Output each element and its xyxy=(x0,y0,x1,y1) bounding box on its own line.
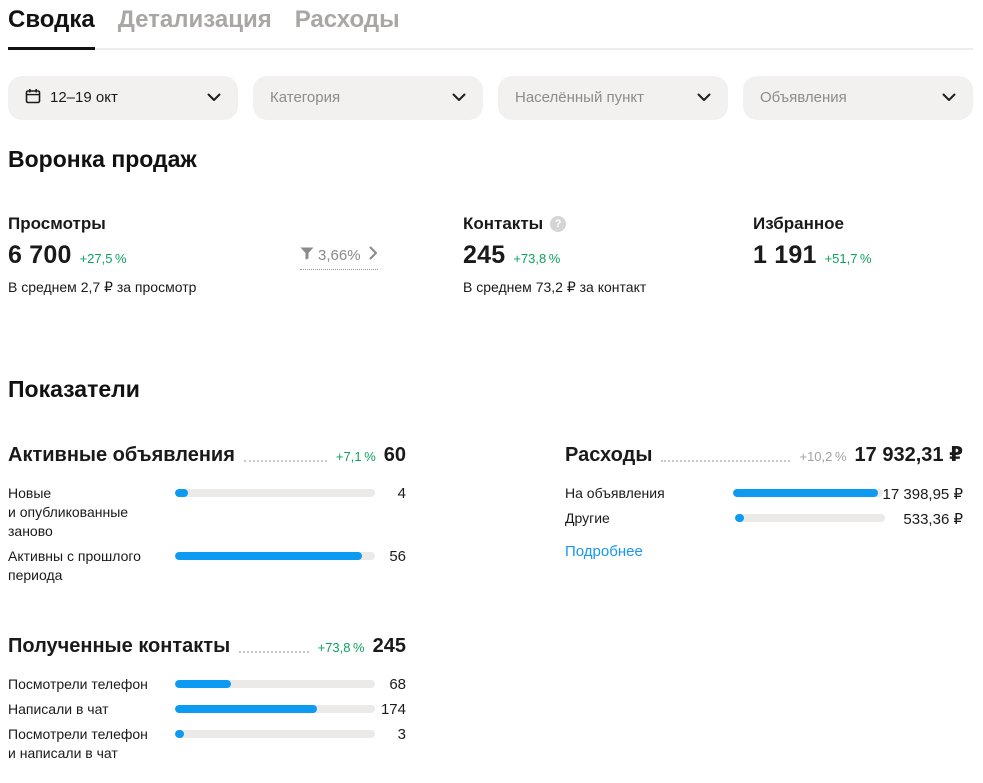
category-label: Категория xyxy=(270,89,340,106)
contacts-metric: Контакты ? 245 +73,8 % В среднем 73,2 ₽ … xyxy=(463,214,753,296)
tab-expenses[interactable]: Расходы xyxy=(295,6,400,48)
metric-value: 3 xyxy=(375,726,406,743)
bar-track xyxy=(175,730,375,738)
metric-row: На объявления 17 398,95 ₽ xyxy=(565,484,963,503)
metric-row: Другие 533,36 ₽ xyxy=(565,509,963,528)
section-delta: +7,1 % xyxy=(336,449,376,464)
metric-value: 17 398,95 ₽ xyxy=(883,485,963,503)
metric-value: 68 xyxy=(375,676,406,693)
conversion-column: 3,66% xyxy=(300,214,463,270)
indicators-left-column: Активные объявления +7,1 % 60 Новые и оп… xyxy=(8,444,406,763)
section-title: Расходы xyxy=(565,444,652,467)
views-metric: Просмотры 6 700 +27,5 % В среднем 2,7 ₽ … xyxy=(8,214,300,296)
date-range-label: 12–19 окт xyxy=(50,89,118,106)
chevron-right-icon xyxy=(369,246,378,264)
metric-value: 533,36 ₽ xyxy=(885,510,963,528)
views-value: 6 700 xyxy=(8,241,72,270)
indicators-heading: Показатели xyxy=(8,376,973,404)
metric-label: Посмотрели телефон и написали в чат xyxy=(8,725,175,763)
section-active-listings: Активные объявления +7,1 % 60 Новые и оп… xyxy=(8,444,406,585)
calendar-icon xyxy=(25,88,41,108)
bar-track xyxy=(175,552,375,560)
bar-track xyxy=(175,489,375,497)
favorites-delta: +51,7 % xyxy=(825,251,872,266)
dotted-leader xyxy=(239,651,308,653)
section-title: Полученные контакты xyxy=(8,635,230,658)
metric-label: Активны с прошлого периода xyxy=(8,547,175,585)
bar-track xyxy=(735,514,885,522)
metric-row: Посмотрели телефон и написали в чат 3 xyxy=(8,725,406,763)
tab-summary[interactable]: Сводка xyxy=(8,6,95,50)
views-label: Просмотры xyxy=(8,214,300,234)
section-expenses: Расходы +10,2 % 17 932,31 ₽ На объявлени… xyxy=(565,444,963,561)
funnel-icon xyxy=(300,247,314,264)
location-label: Населённый пункт xyxy=(515,89,644,106)
chevron-down-icon xyxy=(207,89,221,106)
metric-value: 174 xyxy=(375,701,406,718)
indicators-right-column: Расходы +10,2 % 17 932,31 ₽ На объявлени… xyxy=(565,444,963,561)
section-total: 17 932,31 ₽ xyxy=(855,444,963,467)
metric-label: Новые и опубликованные заново xyxy=(8,484,175,541)
bar-fill xyxy=(733,489,879,497)
bar-track xyxy=(175,680,375,688)
chevron-down-icon xyxy=(942,89,956,106)
bar-fill xyxy=(175,705,317,713)
chevron-down-icon xyxy=(697,89,711,106)
location-filter[interactable]: Населённый пункт xyxy=(498,76,728,120)
funnel-metrics: Просмотры 6 700 +27,5 % В среднем 2,7 ₽ … xyxy=(8,214,973,296)
bar-fill xyxy=(735,514,744,522)
dotted-leader xyxy=(244,460,327,462)
section-delta: +73,8 % xyxy=(318,640,365,655)
help-icon[interactable]: ? xyxy=(550,216,566,232)
section-title: Активные объявления xyxy=(8,444,235,467)
filter-bar: 12–19 окт Категория Населённый пункт Объ… xyxy=(8,76,973,120)
conversion-value: 3,66% xyxy=(318,247,361,264)
metric-value: 4 xyxy=(375,485,406,502)
contacts-label: Контакты xyxy=(463,214,543,234)
bar-track xyxy=(733,489,883,497)
chevron-down-icon xyxy=(452,89,466,106)
metric-label: На объявления xyxy=(565,484,730,503)
metric-label: Написали в чат xyxy=(8,700,175,719)
funnel-heading: Воронка продаж xyxy=(8,146,973,174)
metric-row: Посмотрели телефон 68 xyxy=(8,675,406,694)
metric-row: Написали в чат 174 xyxy=(8,700,406,719)
tab-bar: Сводка Детализация Расходы xyxy=(8,6,973,50)
bar-track xyxy=(175,705,375,713)
favorites-value: 1 191 xyxy=(753,241,817,270)
listings-label: Объявления xyxy=(760,89,847,106)
contacts-delta: +73,8 % xyxy=(513,251,560,266)
contacts-value: 245 xyxy=(463,241,505,270)
metric-label: Посмотрели телефон xyxy=(8,675,175,694)
favorites-label: Избранное xyxy=(753,214,872,234)
views-delta: +27,5 % xyxy=(80,251,127,266)
metric-value: 56 xyxy=(375,548,406,565)
section-received-contacts: Полученные контакты +73,8 % 245 Посмотре… xyxy=(8,635,406,763)
section-total: 245 xyxy=(373,635,406,658)
metric-row: Активны с прошлого периода 56 xyxy=(8,547,406,585)
bar-fill xyxy=(175,489,188,497)
category-filter[interactable]: Категория xyxy=(253,76,483,120)
analytics-page: Сводка Детализация Расходы 12–19 окт Кат… xyxy=(0,0,983,783)
date-range-filter[interactable]: 12–19 окт xyxy=(8,76,238,120)
bar-fill xyxy=(175,680,231,688)
favorites-metric: Избранное 1 191 +51,7 % xyxy=(753,214,872,270)
bar-fill xyxy=(175,552,362,560)
listings-filter[interactable]: Объявления xyxy=(743,76,973,120)
contacts-subtext: В среднем 73,2 ₽ за контакт xyxy=(463,279,753,296)
indicators-grid: Активные объявления +7,1 % 60 Новые и оп… xyxy=(8,444,973,763)
metric-label: Другие xyxy=(565,509,732,528)
dotted-leader xyxy=(661,460,790,462)
metric-row: Новые и опубликованные заново 4 xyxy=(8,484,406,541)
section-delta: +10,2 % xyxy=(799,449,846,464)
views-subtext: В среднем 2,7 ₽ за просмотр xyxy=(8,279,300,296)
bar-fill xyxy=(175,730,184,738)
section-total: 60 xyxy=(384,444,406,467)
tab-details[interactable]: Детализация xyxy=(118,6,272,48)
more-link[interactable]: Подробнее xyxy=(565,543,643,560)
views-to-contacts-conversion[interactable]: 3,66% xyxy=(300,246,378,270)
